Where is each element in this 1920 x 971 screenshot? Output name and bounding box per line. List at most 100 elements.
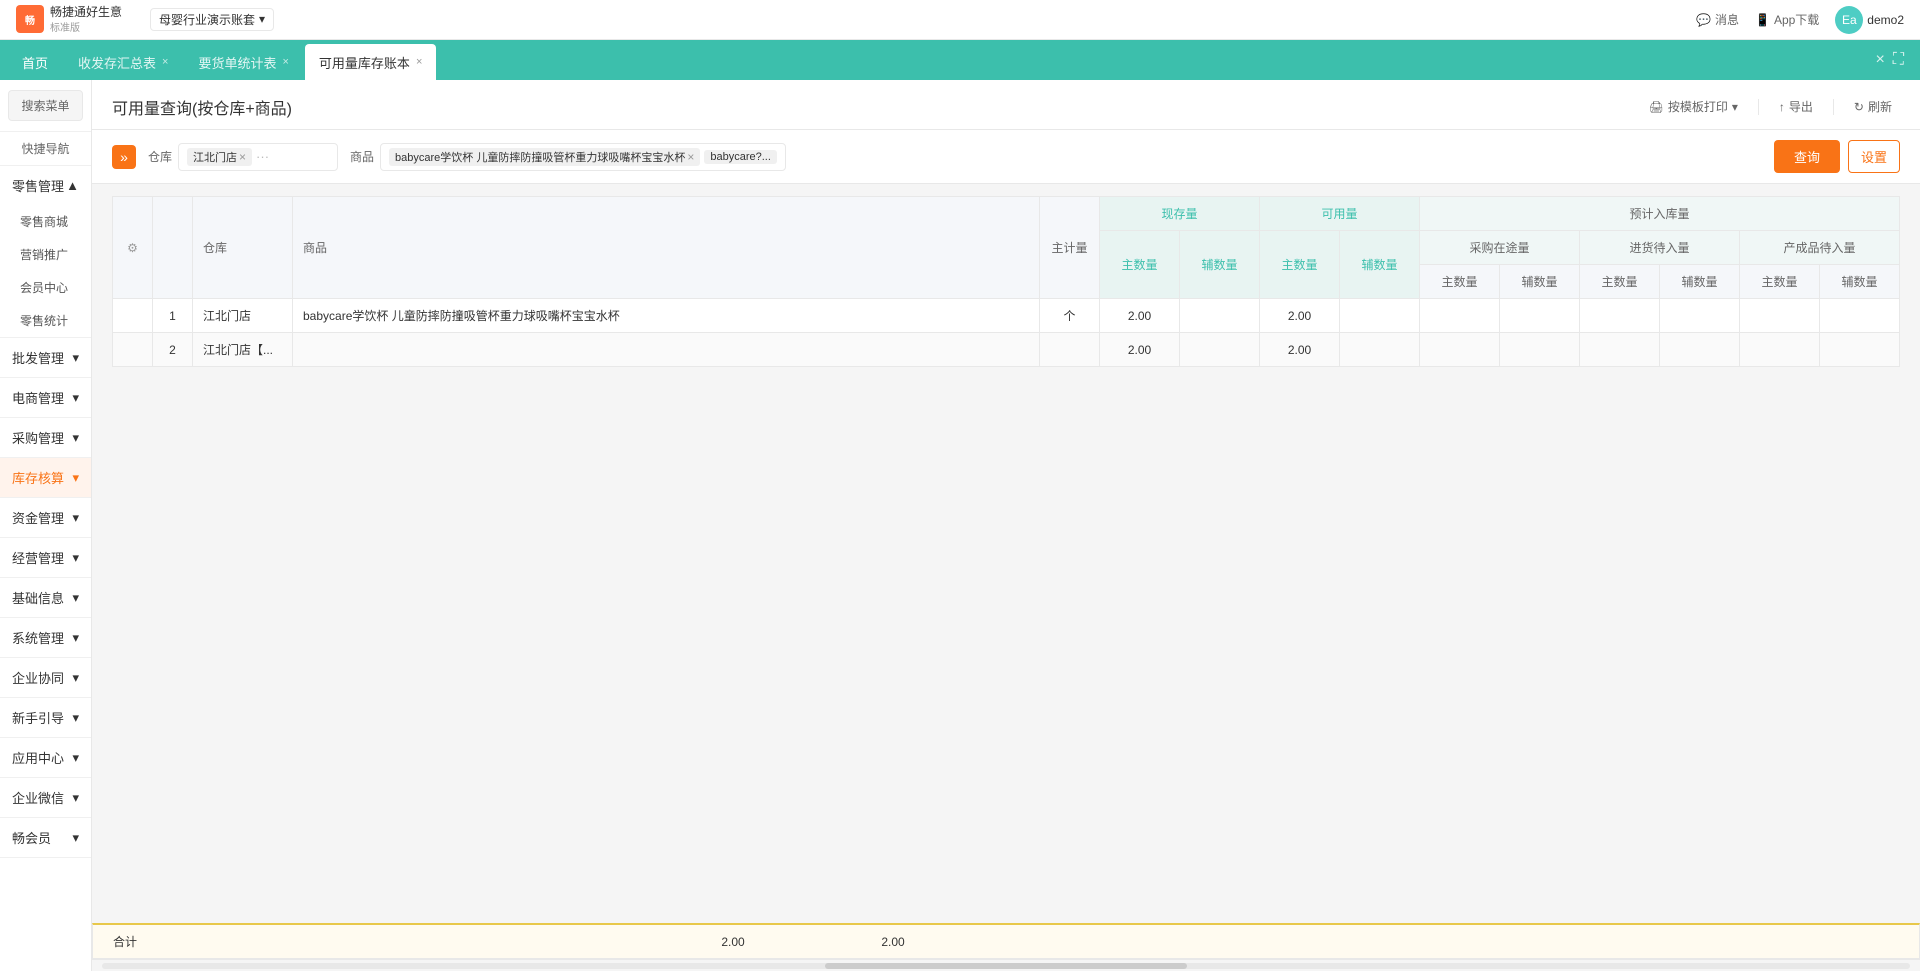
th-produced-main: 主数量 <box>1740 265 1820 299</box>
th-forecast-group: 预计入库量 <box>1420 197 1900 231</box>
brand-sub: 标准版 <box>50 19 122 34</box>
section-finance-header[interactable]: 资金管理 ▾ <box>0 498 91 537</box>
chevron-down-icon3: ▾ <box>72 430 79 446</box>
sidebar-item-marketing[interactable]: 营销推广 <box>0 238 91 271</box>
tab-order-stats[interactable]: 要货单统计表 × <box>184 44 302 80</box>
th-product: 商品 <box>293 197 1040 299</box>
download-icon: 📱 <box>1755 13 1770 27</box>
product-tag-1-text: babycare学饮杯 儿童防摔防撞吸管杯重力球吸嘴杯宝宝水杯 <box>395 149 685 165</box>
section-ecommerce-header[interactable]: 电商管理 ▾ <box>0 378 91 417</box>
sidebar-item-retail-stats[interactable]: 零售统计 <box>0 304 91 337</box>
th-purchase-aux: 辅数量 <box>1500 265 1580 299</box>
app-download-label: App下载 <box>1774 11 1819 28</box>
product-tag-1-close[interactable]: × <box>687 150 694 164</box>
th-unit: 主计量 <box>1040 197 1100 299</box>
top-bar-right: 💬 消息 📱 App下载 Ea demo2 <box>1696 6 1904 34</box>
tab-order-close[interactable]: × <box>282 56 288 68</box>
tab-receive-label: 收发存汇总表 <box>78 53 156 72</box>
cell-idx-2: 2 <box>153 333 193 367</box>
chevron-down-icon: ▾ <box>259 12 265 26</box>
section-basic-info-header[interactable]: 基础信息 ▾ <box>0 578 91 617</box>
settings-button[interactable]: 设置 <box>1848 140 1900 173</box>
filter-expand-button[interactable]: » <box>112 145 136 169</box>
tab-stock-label: 可用量库存账本 <box>319 53 410 72</box>
section-retail-header[interactable]: 零售管理 ▲ <box>0 166 91 205</box>
th-purchase-group: 采购在途量 <box>1420 231 1580 265</box>
section-wechat-header[interactable]: 企业微信 ▾ <box>0 778 91 817</box>
industry-select[interactable]: 母婴行业演示账套 ▾ <box>150 8 274 31</box>
quick-nav-button[interactable]: 快捷导航 <box>0 132 91 166</box>
section-basic-info: 基础信息 ▾ <box>0 578 91 618</box>
tab-home[interactable]: 首页 <box>8 44 62 80</box>
section-newbie-header[interactable]: 新手引导 ▾ <box>0 698 91 737</box>
warehouse-tag-close[interactable]: × <box>239 150 246 164</box>
table-area: ⚙ 仓库 商品 主计量 现存量 可用量 预计入库量 主数量 辅数量 主数量 <box>92 184 1920 923</box>
tab-receive-close[interactable]: × <box>162 56 168 68</box>
brand-icon: 畅 <box>16 5 44 33</box>
filter-dots[interactable]: ··· <box>256 149 269 164</box>
divider2 <box>1833 99 1834 115</box>
cell-avail-aux-2 <box>1340 333 1420 367</box>
column-settings-icon[interactable]: ⚙ <box>127 241 138 255</box>
data-table: ⚙ 仓库 商品 主计量 现存量 可用量 预计入库量 主数量 辅数量 主数量 <box>112 196 1900 367</box>
footer-stock-main: 2.00 <box>693 935 773 949</box>
close-all-button[interactable]: × <box>1875 51 1884 69</box>
section-finance: 资金管理 ▾ <box>0 498 91 538</box>
message-button[interactable]: 💬 消息 <box>1696 11 1739 28</box>
th-index <box>153 197 193 299</box>
tab-receive-summary[interactable]: 收发存汇总表 × <box>64 44 182 80</box>
th-settings: ⚙ <box>113 197 153 299</box>
app-download-button[interactable]: 📱 App下载 <box>1755 11 1819 28</box>
scroll-track[interactable] <box>102 963 1910 969</box>
main-layout: 搜索菜单 快捷导航 零售管理 ▲ 零售商城 营销推广 会员中心 零售统计 批发管… <box>0 80 1920 971</box>
avatar: Ea <box>1835 6 1863 34</box>
print-button[interactable]: 🖨 按模板打印 ▾ <box>1641 94 1746 119</box>
cell-settings-2 <box>113 333 153 367</box>
section-wholesale-header[interactable]: 批发管理 ▾ <box>0 338 91 377</box>
nav-tab-actions: × ⛶ <box>1867 40 1912 80</box>
product-tag-1: babycare学饮杯 儿童防摔防撞吸管杯重力球吸嘴杯宝宝水杯 × <box>389 148 700 166</box>
tab-available-stock[interactable]: 可用量库存账本 × <box>305 44 436 80</box>
section-purchase-header[interactable]: 采购管理 ▾ <box>0 418 91 457</box>
user-info[interactable]: Ea demo2 <box>1835 6 1904 34</box>
print-label: 按模板打印 <box>1668 98 1728 115</box>
section-app-center-header[interactable]: 应用中心 ▾ <box>0 738 91 777</box>
filter-actions: 查询 设置 <box>1774 140 1900 173</box>
sidebar-search: 搜索菜单 <box>0 80 91 132</box>
chevron-down-icon8: ▾ <box>72 630 79 646</box>
scroll-thumb[interactable] <box>825 963 1187 969</box>
warehouse-filter-input[interactable]: 江北门店 × ··· <box>178 143 338 171</box>
section-inventory: 库存核算 ▾ <box>0 458 91 498</box>
section-app-center: 应用中心 ▾ <box>0 738 91 778</box>
divider1 <box>1758 99 1759 115</box>
section-inventory-header[interactable]: 库存核算 ▾ <box>0 458 91 497</box>
cell-unit-2 <box>1040 333 1100 367</box>
refresh-button[interactable]: ↻ 刷新 <box>1846 94 1900 119</box>
section-system-header[interactable]: 系统管理 ▾ <box>0 618 91 657</box>
section-wholesale: 批发管理 ▾ <box>0 338 91 378</box>
product-filter-input[interactable]: babycare学饮杯 儿童防摔防撞吸管杯重力球吸嘴杯宝宝水杯 × babyca… <box>380 143 786 171</box>
section-operations-header[interactable]: 经营管理 ▾ <box>0 538 91 577</box>
th-purchase-main: 主数量 <box>1420 265 1500 299</box>
tab-stock-close[interactable]: × <box>416 56 422 68</box>
sidebar-item-members[interactable]: 会员中心 <box>0 271 91 304</box>
chevron-up-icon: ▲ <box>66 178 79 193</box>
th-incoming-aux: 辅数量 <box>1660 265 1740 299</box>
th-avail-main: 主数量 <box>1260 231 1340 299</box>
search-menu-button[interactable]: 搜索菜单 <box>8 90 83 121</box>
section-enterprise-header[interactable]: 企业协同 ▾ <box>0 658 91 697</box>
fullscreen-button[interactable]: ⛶ <box>1893 51 1904 69</box>
th-stock-main: 主数量 <box>1100 231 1180 299</box>
product-tag-2-text: babycare?... <box>710 151 771 163</box>
chevron-down-icon2: ▾ <box>72 390 79 406</box>
query-button[interactable]: 查询 <box>1774 140 1840 173</box>
section-member-header[interactable]: 畅会员 ▾ <box>0 818 91 857</box>
sidebar-item-retail-mall[interactable]: 零售商城 <box>0 205 91 238</box>
cell-incoming-aux-2 <box>1660 333 1740 367</box>
chevron-down-icon9: ▾ <box>72 670 79 686</box>
content-area: 可用量查询(按仓库+商品) 🖨 按模板打印 ▾ ↑ 导出 ↻ 刷新 <box>92 80 1920 971</box>
cell-purchase-main-1 <box>1420 299 1500 333</box>
page-title: 可用量查询(按仓库+商品) <box>112 95 292 119</box>
export-button[interactable]: ↑ 导出 <box>1771 94 1821 119</box>
section-wechat: 企业微信 ▾ <box>0 778 91 818</box>
